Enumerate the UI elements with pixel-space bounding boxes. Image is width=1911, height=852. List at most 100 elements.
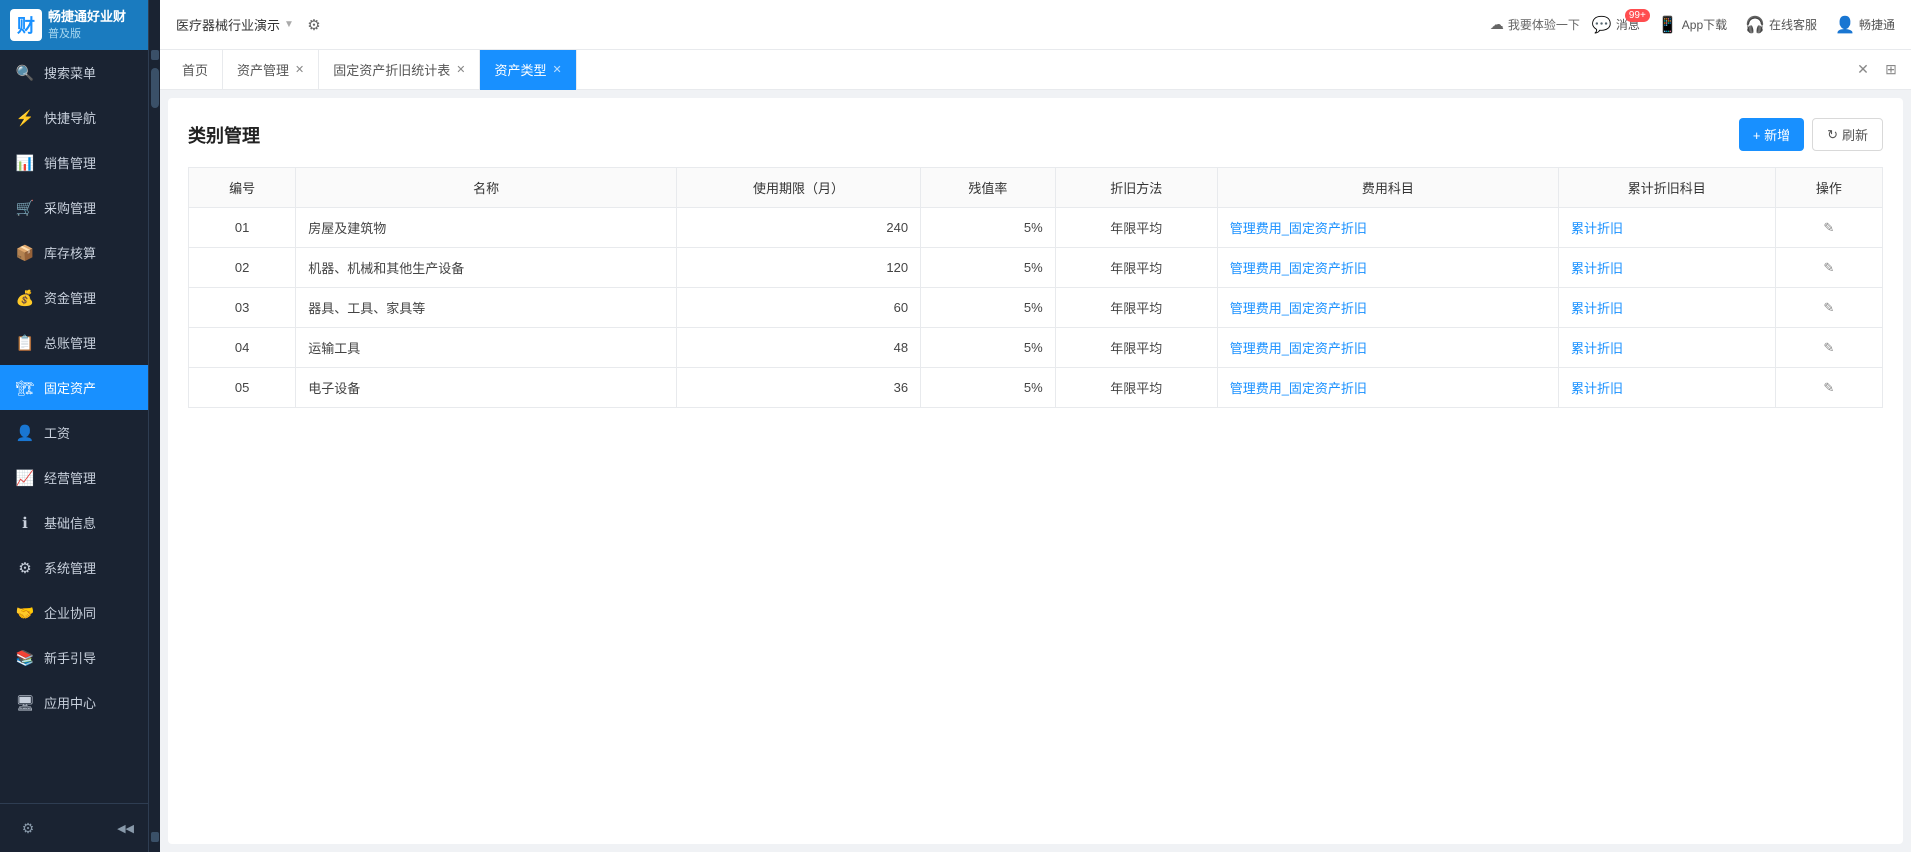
row-period-0: 240: [677, 208, 921, 248]
sidebar-item-新手引导[interactable]: 📚 新手引导: [0, 635, 148, 680]
sidebar-item-企业协同[interactable]: 🤝 企业协同: [0, 590, 148, 635]
sidebar-icon-1: ⚡: [16, 109, 34, 127]
new-button[interactable]: + 新增: [1739, 118, 1804, 151]
settings-icon[interactable]: ⚙: [14, 814, 42, 842]
row-name-1: 机器、机械和其他生产设备: [296, 248, 677, 288]
tabs-bar: 首页资产管理✕固定资产折旧统计表✕资产类型✕ ✕ ⊞: [160, 50, 1911, 90]
experience-icon: ☁: [1490, 16, 1504, 33]
row-action-2[interactable]: ✎: [1775, 288, 1882, 328]
online-service-button[interactable]: 🎧 在线客服: [1745, 15, 1817, 35]
row-action-0[interactable]: ✎: [1775, 208, 1882, 248]
row-action-4[interactable]: ✎: [1775, 368, 1882, 408]
tab-2[interactable]: 固定资产折旧统计表✕: [319, 50, 480, 90]
company-dropdown[interactable]: 医疗器械行业演示 ▼: [176, 15, 294, 34]
row-period-3: 48: [677, 328, 921, 368]
refresh-label: 刷新: [1842, 125, 1868, 144]
row-id-0: 01: [189, 208, 296, 248]
logo-text-block: 畅捷通好业财 普及版: [48, 9, 126, 42]
refresh-button[interactable]: ↻ 刷新: [1812, 118, 1883, 151]
tab-1[interactable]: 资产管理 ✕: [223, 50, 319, 90]
sidebar-label-8: 工资: [44, 423, 70, 442]
sidebar-icon-0: 🔍: [16, 64, 34, 82]
row-accum-0: 累计折旧: [1558, 208, 1775, 248]
maximize-window-button[interactable]: ⊞: [1879, 58, 1903, 82]
col-header-3: 残值率: [921, 168, 1056, 208]
col-header-4: 折旧方法: [1055, 168, 1217, 208]
sidebar-item-总账管理[interactable]: 📋 总账管理: [0, 320, 148, 365]
row-action-3[interactable]: ✎: [1775, 328, 1882, 368]
row-rate-0: 5%: [921, 208, 1056, 248]
row-name-4: 电子设备: [296, 368, 677, 408]
sidebar: 财 畅捷通好业财 普及版 🔍 搜索菜单 ⚡ 快捷导航 📊 销售管理 🛒 采购管理…: [0, 0, 148, 852]
tab-close-3[interactable]: ✕: [553, 63, 562, 76]
row-method-3: 年限平均: [1055, 328, 1217, 368]
sidebar-icon-14: 🖥: [16, 694, 34, 712]
edit-icon-3[interactable]: ✎: [1823, 340, 1834, 355]
main-content: 医疗器械行业演示 ▼ ⚙ ☁ 我要体验一下 💬 消息 99+ 📱 App下载 🎧…: [160, 0, 1911, 852]
tab-label-1: 资产管理: [237, 60, 289, 79]
col-header-6: 累计折旧科目: [1558, 168, 1775, 208]
topbar-company: 医疗器械行业演示 ▼ ⚙: [176, 11, 1478, 39]
row-expense-3: 管理费用_固定资产折旧: [1217, 328, 1558, 368]
experience-button[interactable]: ☁ 我要体验一下: [1490, 16, 1580, 33]
edit-icon-2[interactable]: ✎: [1823, 300, 1834, 315]
sidebar-item-快捷导航[interactable]: ⚡ 快捷导航: [0, 95, 148, 140]
sidebar-item-系统管理[interactable]: ⚙ 系统管理: [0, 545, 148, 590]
row-id-2: 03: [189, 288, 296, 328]
tab-0[interactable]: 首页: [168, 50, 223, 90]
app-download-button[interactable]: 📱 App下载: [1658, 15, 1727, 35]
sidebar-label-6: 总账管理: [44, 333, 96, 352]
table-row: 04 运输工具 48 5% 年限平均 管理费用_固定资产折旧 累计折旧 ✎: [189, 328, 1883, 368]
sidebar-label-4: 库存核算: [44, 243, 96, 262]
logo-icon: 财: [10, 9, 42, 41]
row-accum-2: 累计折旧: [1558, 288, 1775, 328]
topbar: 医疗器械行业演示 ▼ ⚙ ☁ 我要体验一下 💬 消息 99+ 📱 App下载 🎧…: [160, 0, 1911, 50]
close-window-button[interactable]: ✕: [1851, 58, 1875, 82]
app-edition: 普及版: [48, 25, 126, 41]
message-button[interactable]: 💬 消息 99+: [1592, 15, 1640, 35]
row-expense-4: 管理费用_固定资产折旧: [1217, 368, 1558, 408]
sidebar-item-搜索菜单[interactable]: 🔍 搜索菜单: [0, 50, 148, 95]
col-header-2: 使用期限（月）: [677, 168, 921, 208]
app-name: 畅捷通好业财: [48, 9, 126, 26]
company-settings-icon[interactable]: ⚙: [300, 11, 328, 39]
scrollbar-thumb[interactable]: [151, 68, 159, 108]
table-body: 01 房屋及建筑物 240 5% 年限平均 管理费用_固定资产折旧 累计折旧 ✎…: [189, 208, 1883, 408]
sidebar-footer: ⚙ ◀◀: [0, 803, 148, 852]
sidebar-item-销售管理[interactable]: 📊 销售管理: [0, 140, 148, 185]
table-row: 01 房屋及建筑物 240 5% 年限平均 管理费用_固定资产折旧 累计折旧 ✎: [189, 208, 1883, 248]
sidebar-label-5: 资金管理: [44, 288, 96, 307]
sidebar-item-基础信息[interactable]: ℹ 基础信息: [0, 500, 148, 545]
user-avatar-button[interactable]: 👤 畅捷通: [1835, 15, 1895, 35]
sidebar-label-12: 企业协同: [44, 603, 96, 622]
sidebar-icon-8: 👤: [16, 424, 34, 442]
row-method-0: 年限平均: [1055, 208, 1217, 248]
col-header-0: 编号: [189, 168, 296, 208]
edit-icon-4[interactable]: ✎: [1823, 380, 1834, 395]
header-actions: + 新增 ↻ 刷新: [1739, 118, 1883, 151]
sidebar-item-应用中心[interactable]: 🖥 应用中心: [0, 680, 148, 725]
sidebar-item-资金管理[interactable]: 💰 资金管理: [0, 275, 148, 320]
sidebar-item-工资[interactable]: 👤 工资: [0, 410, 148, 455]
edit-icon-0[interactable]: ✎: [1823, 220, 1834, 235]
sidebar-label-7: 固定资产: [44, 378, 96, 397]
collapse-button[interactable]: ◀◀: [117, 822, 134, 835]
table-row: 03 器具、工具、家具等 60 5% 年限平均 管理费用_固定资产折旧 累计折旧…: [189, 288, 1883, 328]
row-period-2: 60: [677, 288, 921, 328]
row-period-1: 120: [677, 248, 921, 288]
message-badge: 99+: [1625, 9, 1650, 22]
sidebar-item-采购管理[interactable]: 🛒 采购管理: [0, 185, 148, 230]
sidebar-item-库存核算[interactable]: 📦 库存核算: [0, 230, 148, 275]
sidebar-label-14: 应用中心: [44, 693, 96, 712]
tab-close-2[interactable]: ✕: [456, 63, 465, 76]
tab-3[interactable]: 资产类型✕: [480, 50, 576, 90]
sidebar-item-固定资产[interactable]: 🏗 固定资产: [0, 365, 148, 410]
sidebar-label-3: 采购管理: [44, 198, 96, 217]
row-action-1[interactable]: ✎: [1775, 248, 1882, 288]
sidebar-label-0: 搜索菜单: [44, 63, 96, 82]
sidebar-item-经营管理[interactable]: 📈 经营管理: [0, 455, 148, 500]
row-accum-1: 累计折旧: [1558, 248, 1775, 288]
sidebar-icon-3: 🛒: [16, 199, 34, 217]
tab-close-1[interactable]: ✕: [295, 63, 304, 76]
edit-icon-1[interactable]: ✎: [1823, 260, 1834, 275]
